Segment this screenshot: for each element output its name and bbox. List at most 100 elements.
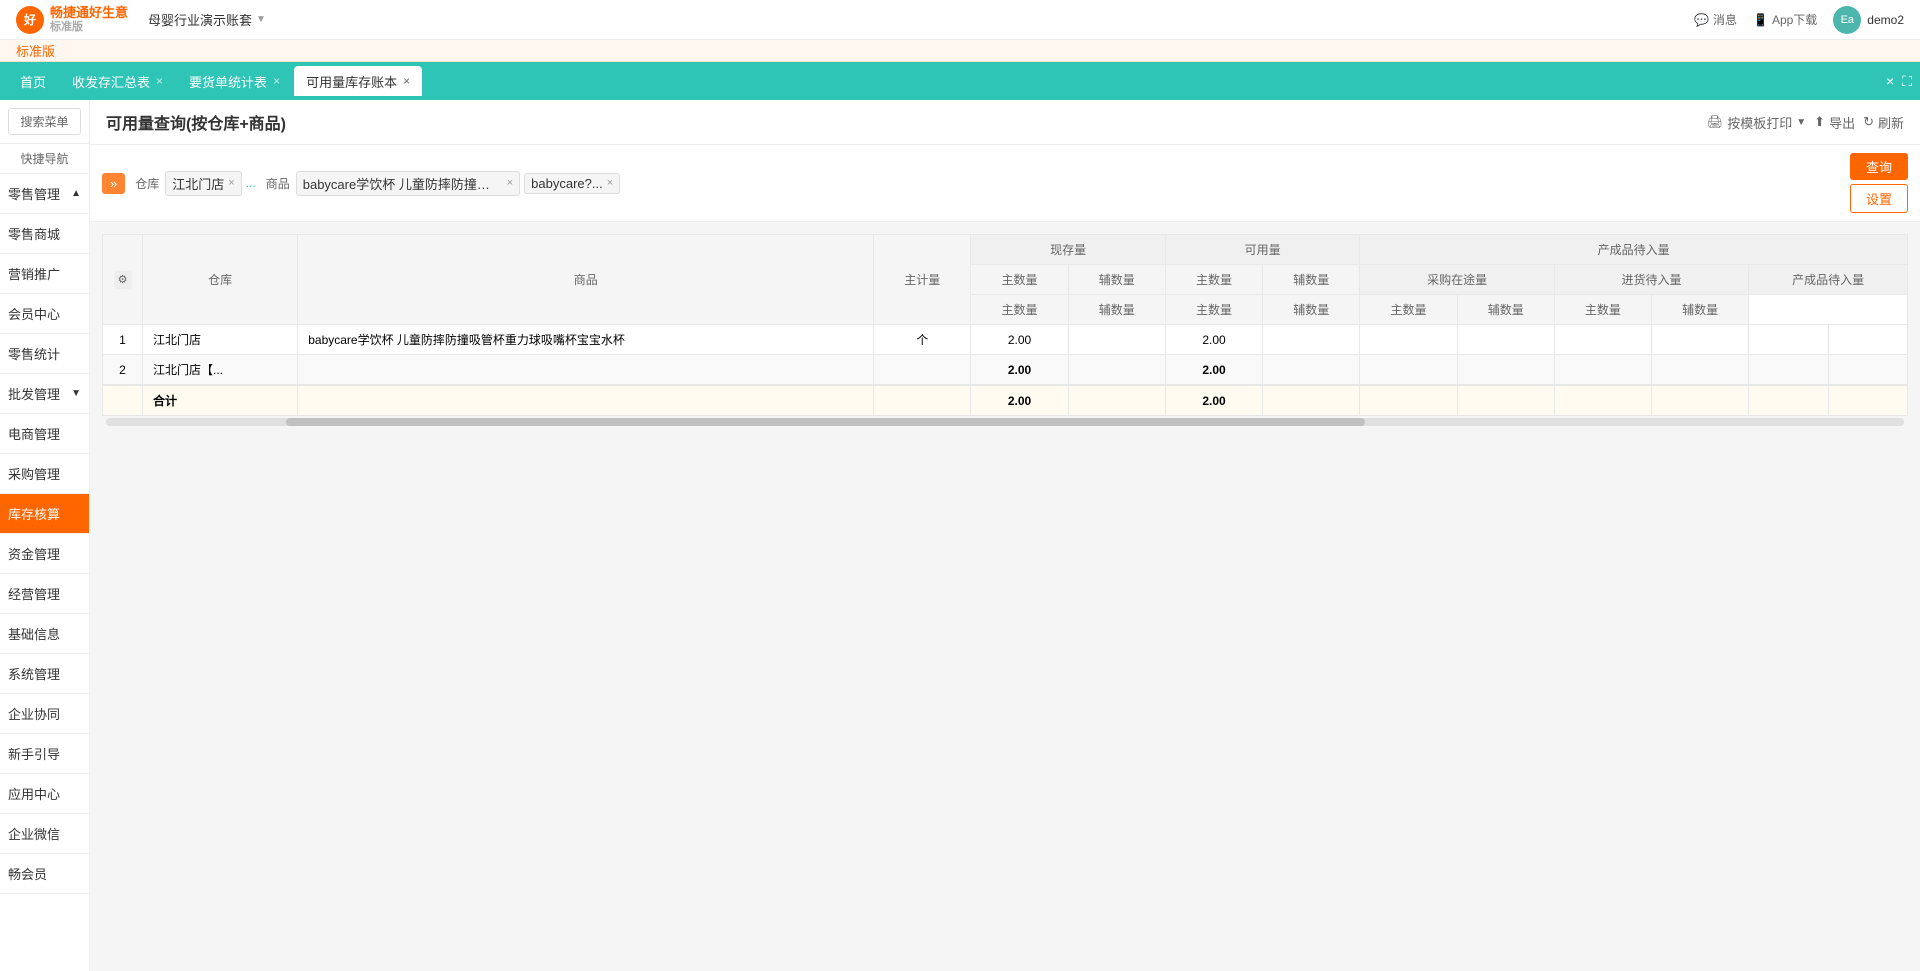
sidebar-item-enterprise[interactable]: 企业协同 bbox=[0, 694, 89, 734]
chevron-down-icon: ▼ bbox=[256, 14, 266, 25]
sidebar-search-btn[interactable]: 搜索菜单 bbox=[8, 108, 81, 135]
template-label: 标准版 bbox=[16, 41, 55, 60]
industry-selector[interactable]: 母婴行业演示账套 ▼ bbox=[148, 10, 266, 29]
row1-product: babycare学饮杯 儿童防摔防撞吸管杯重力球吸嘴杯宝宝水杯 bbox=[298, 325, 874, 355]
avatar: Ea bbox=[1833, 6, 1861, 34]
th-settings-icon: ⚙ bbox=[103, 235, 143, 325]
sidebar-item-system[interactable]: 系统管理 bbox=[0, 654, 89, 694]
th-avail-aux: 辅数量 bbox=[1263, 265, 1360, 295]
page-title: 可用量查询(按仓库+商品) bbox=[106, 110, 286, 134]
row2-avail-aux bbox=[1263, 355, 1360, 386]
sidebar-item-newbie[interactable]: 新手引导 bbox=[0, 734, 89, 774]
tab-order-stat-close[interactable]: × bbox=[273, 74, 280, 88]
warehouse-tag-close[interactable]: × bbox=[228, 177, 234, 189]
product-label: 商品 bbox=[266, 175, 290, 192]
message-icon: 💬 bbox=[1694, 13, 1709, 27]
sidebar-item-retail-stat[interactable]: 零售统计 bbox=[0, 334, 89, 374]
th-available-group: 可用量 bbox=[1165, 235, 1359, 265]
row2-unit bbox=[874, 355, 971, 386]
scroll-bar-area[interactable] bbox=[102, 416, 1908, 428]
row1-purchase-aux bbox=[1457, 325, 1554, 355]
dropdown-icon: ▼ bbox=[1796, 117, 1806, 128]
template-print-btn[interactable]: 🖨 按模板打印 ▼ bbox=[1707, 113, 1806, 132]
product-tag-1-close[interactable]: × bbox=[607, 177, 613, 189]
scroll-bar-thumb[interactable] bbox=[286, 418, 1365, 426]
sidebar-item-marketing[interactable]: 营销推广 bbox=[0, 254, 89, 294]
product-tag-1[interactable]: babycare?... × bbox=[524, 173, 620, 194]
tab-fullscreen[interactable]: ⛶ bbox=[1902, 73, 1912, 90]
logo-icon: 好 bbox=[16, 6, 44, 34]
warehouse-more[interactable]: ... bbox=[246, 176, 256, 190]
query-btn[interactable]: 查询 bbox=[1850, 153, 1908, 180]
top-bar-right: 💬 消息 📱 App下载 Ea demo2 bbox=[1694, 6, 1904, 34]
chevron-icon: ▲ bbox=[71, 188, 81, 199]
row2-prod-aux bbox=[1828, 355, 1907, 386]
tab-order-stat[interactable]: 要货单统计表 × bbox=[177, 66, 292, 96]
settings-btn[interactable]: 设置 bbox=[1850, 184, 1908, 213]
tab-available-close[interactable]: × bbox=[403, 74, 410, 88]
total-stock-main: 2.00 bbox=[971, 385, 1068, 416]
app-download-btn[interactable]: 📱 App下载 bbox=[1753, 11, 1817, 28]
sidebar-nav-btn[interactable]: 快捷导航 bbox=[0, 144, 89, 174]
row1-unit: 个 bbox=[874, 325, 971, 355]
column-settings-icon[interactable]: ⚙ bbox=[114, 271, 132, 289]
tab-bar-actions: × ⛶ bbox=[1886, 73, 1912, 90]
row2-prod-main bbox=[1749, 355, 1828, 386]
total-avail-aux bbox=[1263, 385, 1360, 416]
user-area[interactable]: Ea demo2 bbox=[1833, 6, 1904, 34]
th-product: 商品 bbox=[298, 235, 874, 325]
row1-incoming-aux bbox=[1652, 325, 1749, 355]
table-scroll[interactable]: ⚙ 仓库 商品 主计量 现存量 可用量 产成品待入量 主数量 辅数量 bbox=[102, 234, 1908, 416]
tab-receive-close[interactable]: × bbox=[156, 74, 163, 88]
product-tag-0[interactable]: babycare学饮杯 儿童防摔防撞吸管杯重力球吸嘴杯宝宝水杯 × bbox=[296, 171, 520, 196]
export-btn[interactable]: ⬆ 导出 bbox=[1814, 113, 1855, 132]
row2-num: 2 bbox=[103, 355, 143, 386]
top-bar-left: 好 畅捷通好生意 标准版 母婴行业演示账套 ▼ bbox=[16, 5, 266, 34]
tab-close-all[interactable]: × bbox=[1886, 73, 1894, 89]
sidebar-item-member[interactable]: 会员中心 bbox=[0, 294, 89, 334]
th-avail-main: 主数量 bbox=[1165, 265, 1262, 295]
sidebar-item-ecommerce[interactable]: 电商管理 bbox=[0, 414, 89, 454]
tab-available[interactable]: 可用量库存账本 × bbox=[294, 66, 422, 96]
sidebar-item-purchase[interactable]: 采购管理 bbox=[0, 454, 89, 494]
row1-avail-aux bbox=[1263, 325, 1360, 355]
sidebar-item-app-center[interactable]: 应用中心 bbox=[0, 774, 89, 814]
tab-home[interactable]: 首页 bbox=[8, 66, 58, 96]
main-content: 可用量查询(按仓库+商品) 🖨 按模板打印 ▼ ⬆ 导出 ↻ 刷新 » bbox=[90, 100, 1920, 971]
sidebar-item-finance[interactable]: 资金管理 bbox=[0, 534, 89, 574]
sidebar-item-member2[interactable]: 畅会员 bbox=[0, 854, 89, 894]
product-tag-0-close[interactable]: × bbox=[507, 177, 513, 189]
row2-avail-main: 2.00 bbox=[1165, 355, 1262, 386]
row1-num: 1 bbox=[103, 325, 143, 355]
logo-text: 畅捷通好生意 标准版 bbox=[50, 5, 128, 34]
page-header: 可用量查询(按仓库+商品) 🖨 按模板打印 ▼ ⬆ 导出 ↻ 刷新 bbox=[90, 100, 1920, 145]
row2-purchase-aux bbox=[1457, 355, 1554, 386]
sidebar-item-retail-mall[interactable]: 零售商城 bbox=[0, 214, 89, 254]
th-sa4: 辅数量 bbox=[1652, 295, 1749, 325]
refresh-btn[interactable]: ↻ 刷新 bbox=[1863, 113, 1904, 132]
row1-prod-aux bbox=[1828, 325, 1907, 355]
message-btn[interactable]: 💬 消息 bbox=[1694, 11, 1737, 28]
sidebar-item-inventory[interactable]: 库存核算 bbox=[0, 494, 89, 534]
warehouse-label: 仓库 bbox=[135, 175, 159, 192]
username-label: demo2 bbox=[1867, 13, 1904, 27]
total-stock-aux bbox=[1068, 385, 1165, 416]
sidebar-item-enterprise-wechat[interactable]: 企业微信 bbox=[0, 814, 89, 854]
query-actions: 查询 设置 bbox=[1850, 153, 1908, 213]
warehouse-tag-0[interactable]: 江北门店 × bbox=[165, 171, 241, 196]
row2-incoming-aux bbox=[1652, 355, 1749, 386]
sidebar: 搜索菜单 快捷导航 零售管理 ▲ 零售商城 营销推广 会员中心 零售统计 批发管… bbox=[0, 100, 90, 971]
total-prod-main bbox=[1749, 385, 1828, 416]
th-purchase-group: 采购在途量 bbox=[1360, 265, 1554, 295]
sidebar-item-retail[interactable]: 零售管理 ▲ bbox=[0, 174, 89, 214]
table-area: ⚙ 仓库 商品 主计量 现存量 可用量 产成品待入量 主数量 辅数量 bbox=[90, 222, 1920, 440]
row2-product bbox=[298, 355, 874, 386]
sidebar-item-basic[interactable]: 基础信息 bbox=[0, 614, 89, 654]
sidebar-item-wholesale[interactable]: 批发管理 ▼ bbox=[0, 374, 89, 414]
tab-receive[interactable]: 收发存汇总表 × bbox=[60, 66, 175, 96]
scroll-bar-track bbox=[106, 418, 1904, 426]
filter-toggle-btn[interactable]: » bbox=[102, 173, 125, 194]
th-sm3: 主数量 bbox=[1360, 295, 1457, 325]
sidebar-item-operations[interactable]: 经营管理 bbox=[0, 574, 89, 614]
th-incoming-group: 进货待入量 bbox=[1554, 265, 1748, 295]
